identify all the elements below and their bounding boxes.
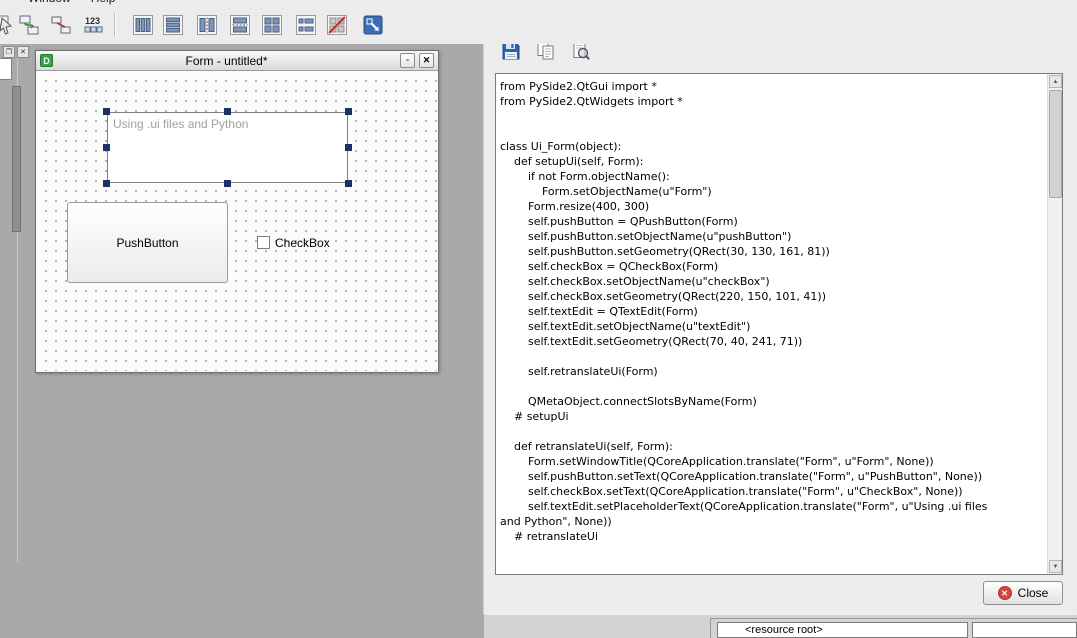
code-preview-dialog: from PySide2.QtGui import * from PySide2… [484,30,1070,615]
resource-window-left-border [710,618,711,638]
tab-order-glyph: 123 [82,14,104,36]
scrollbar-thumb[interactable] [1049,90,1062,198]
selection-handle-bc[interactable] [224,180,231,187]
layout-vertical-glyph [162,14,184,36]
adjust-size-icon[interactable] [360,12,386,38]
layout-horizontal-splitter-icon[interactable] [194,12,220,38]
selection-handle-tl[interactable] [103,108,110,115]
layout-grid-icon[interactable] [259,12,285,38]
close-button[interactable]: ✕ Close [983,581,1063,605]
scroll-up-icon[interactable]: ▲ [1049,75,1062,88]
close-glyph: ✕ [20,48,26,56]
resource-panel-fragment[interactable] [972,622,1077,638]
layout-vertical-icon[interactable] [160,12,186,38]
checkbox-label: CheckBox [275,236,330,250]
checkbox-widget[interactable]: CheckBox [257,222,358,263]
close-button-label: Close [1018,586,1049,600]
designer-form-glyph: D [43,56,50,66]
form-titlebar[interactable]: D Form - untitled* - ✕ [36,51,438,71]
dock-float-icon[interactable]: ❐ [3,46,15,58]
edit-tab-order-icon[interactable]: 123 [80,12,106,38]
menu-items: Window Help [28,0,115,5]
layout-vertical-splitter-glyph [229,14,251,36]
edit-buddies-icon[interactable] [48,12,74,38]
code-scrollbar[interactable]: ▲ ▼ [1047,74,1062,574]
menubar: Window Help [0,0,1077,6]
edit-signals-slots-icon[interactable] [16,12,42,38]
mdi-area: ❐ ✕ D Form - untitled* - ✕ Using .ui fil… [0,44,484,638]
break-layout-icon[interactable] [324,12,350,38]
arrow-down-glyph: ▼ [1053,564,1059,570]
dock-close-icon[interactable]: ✕ [17,46,29,58]
float-glyph: ❐ [6,48,12,56]
textedit-placeholder: Using .ui files and Python [113,117,248,131]
selection-handle-br[interactable] [345,180,352,187]
form-minimize-button[interactable]: - [400,53,415,68]
layout-form-icon[interactable] [293,12,319,38]
resource-strip: <resource root> [484,615,1077,638]
form-close-button[interactable]: ✕ [419,53,434,68]
resource-root-label: <resource root> [745,624,823,636]
tab-order-text: 123 [85,16,100,26]
buddies-glyph [50,14,72,36]
selection-handle-ml[interactable] [103,144,110,151]
close-button-icon: ✕ [998,586,1012,600]
form-window: D Form - untitled* - ✕ Using .ui files a… [35,50,439,373]
close-glyph: ✕ [1001,589,1008,598]
toolbar-separator [114,13,116,37]
signals-slots-glyph [18,14,40,36]
root: { "menubar": { "items": ["Window", "Help… [0,0,1077,638]
adjust-size-glyph [362,14,384,36]
textedit-widget[interactable]: Using .ui files and Python [107,112,348,183]
pushbutton-label: PushButton [116,236,178,250]
layout-vertical-splitter-icon[interactable] [227,12,253,38]
selection-handle-tr[interactable] [345,108,352,115]
close-glyph: ✕ [423,56,431,65]
resource-window-top-border [710,618,1077,619]
break-layout-glyph [326,14,348,36]
layout-form-glyph [295,14,317,36]
main-toolbar: 123 [0,6,1077,44]
minimize-glyph: - [406,56,409,66]
form-canvas[interactable]: Using .ui files and Python PushButton Ch… [37,72,437,371]
dock-scrollbar-thumb[interactable] [12,86,21,232]
resource-root-item[interactable]: <resource root> [717,622,968,638]
layout-horizontal-glyph [132,14,154,36]
selection-handle-mr[interactable] [345,144,352,151]
code-view[interactable]: from PySide2.QtGui import * from PySide2… [495,73,1063,575]
selection-handle-bl[interactable] [103,180,110,187]
menu-window[interactable]: Window [28,0,71,5]
scroll-down-icon[interactable]: ▼ [1049,560,1062,573]
layout-horizontal-splitter-glyph [196,14,218,36]
checkbox-indicator[interactable] [257,236,270,249]
pushbutton-widget[interactable]: PushButton [67,202,228,283]
designer-form-icon: D [40,54,53,67]
form-window-title: Form - untitled* [57,54,396,68]
arrow-up-glyph: ▲ [1053,79,1059,85]
layout-grid-glyph [261,14,283,36]
layout-horizontal-icon[interactable] [130,12,156,38]
widgetbox-filter-fragment[interactable] [0,58,12,80]
code-text: from PySide2.QtGui import * from PySide2… [500,79,1044,544]
selection-handle-tc[interactable] [224,108,231,115]
pointer-icon [0,14,16,36]
menu-help[interactable]: Help [91,0,116,5]
